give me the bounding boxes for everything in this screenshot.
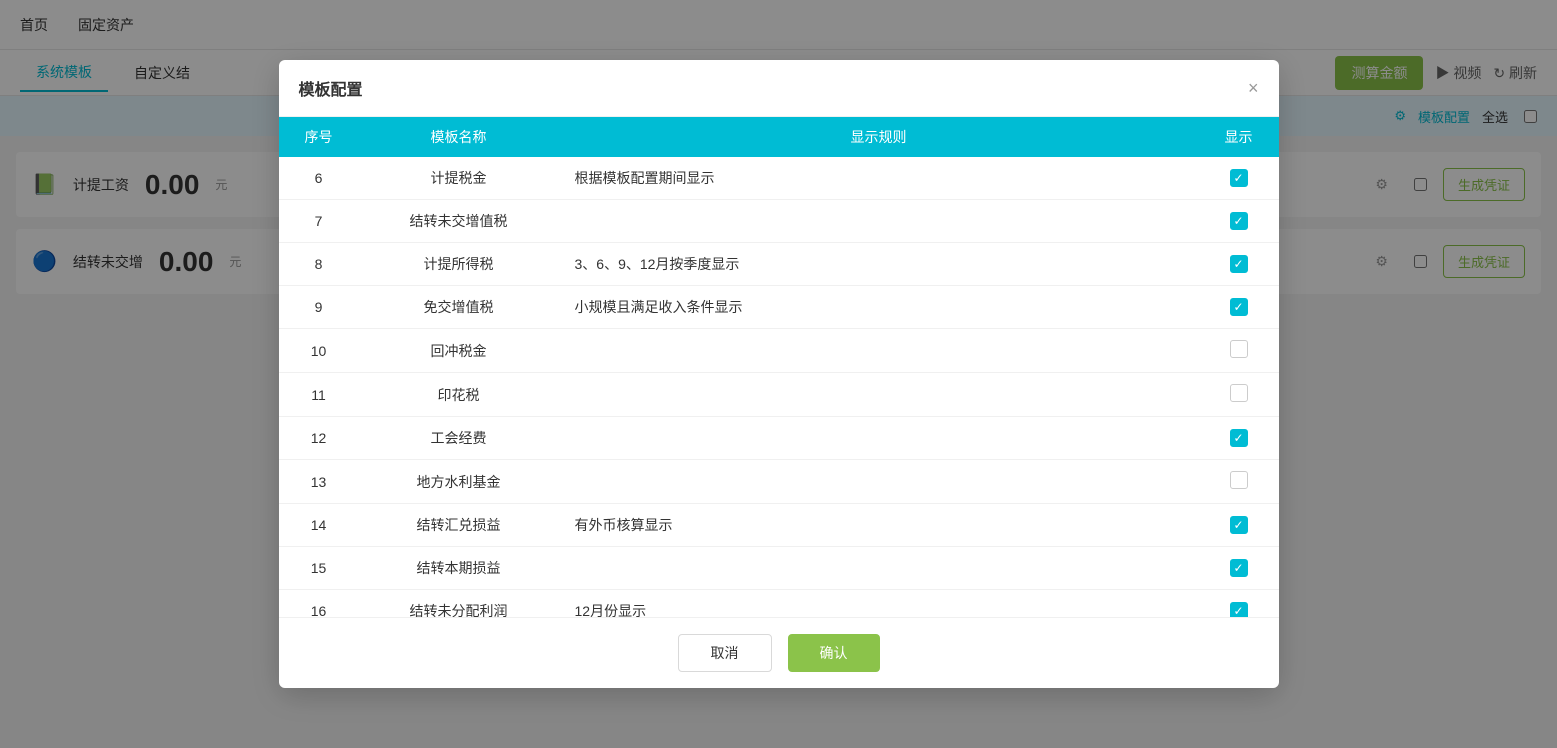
confirm-button[interactable]: 确认 (788, 634, 880, 672)
table-row: 11印花税 (279, 373, 1279, 417)
cell-no: 15 (279, 547, 359, 590)
cell-checkbox (1199, 547, 1279, 590)
cell-rule (559, 417, 1199, 460)
cell-no: 11 (279, 373, 359, 417)
cell-checkbox (1199, 286, 1279, 329)
cell-no: 13 (279, 460, 359, 504)
cell-no: 14 (279, 504, 359, 547)
cell-rule (559, 373, 1199, 417)
cell-no: 6 (279, 157, 359, 200)
col-header-rule: 显示规则 (559, 117, 1199, 157)
cell-name: 计提所得税 (359, 243, 559, 286)
checkbox-row-14[interactable] (1230, 516, 1248, 534)
table-header: 序号 模板名称 显示规则 显示 (279, 117, 1279, 157)
cell-name: 印花税 (359, 373, 559, 417)
table-row: 14结转汇兑损益有外币核算显示 (279, 504, 1279, 547)
cell-name: 地方水利基金 (359, 460, 559, 504)
cell-checkbox (1199, 417, 1279, 460)
col-header-show: 显示 (1199, 117, 1279, 157)
table-row: 7结转未交增值税 (279, 200, 1279, 243)
checkbox-row-10[interactable] (1230, 340, 1248, 358)
cell-checkbox (1199, 590, 1279, 618)
checkbox-row-9[interactable] (1230, 298, 1248, 316)
modal-footer: 取消 确认 (279, 617, 1279, 688)
table-row: 6计提税金根据模板配置期间显示 (279, 157, 1279, 200)
cell-rule (559, 547, 1199, 590)
cell-checkbox (1199, 243, 1279, 286)
col-header-name: 模板名称 (359, 117, 559, 157)
checkbox-row-16[interactable] (1230, 602, 1248, 617)
table-row: 10回冲税金 (279, 329, 1279, 373)
cell-name: 计提税金 (359, 157, 559, 200)
cell-checkbox (1199, 157, 1279, 200)
cell-name: 结转未交增值税 (359, 200, 559, 243)
modal-body: 序号 模板名称 显示规则 显示 6计提税金根据模板配置期间显示7结转未交增值税8… (279, 117, 1279, 617)
cell-name: 工会经费 (359, 417, 559, 460)
checkbox-row-6[interactable] (1230, 169, 1248, 187)
cell-rule: 有外币核算显示 (559, 504, 1199, 547)
cell-no: 9 (279, 286, 359, 329)
cell-checkbox (1199, 373, 1279, 417)
cell-no: 10 (279, 329, 359, 373)
template-config-modal: 模板配置 × 序号 模板名称 显示规则 显示 6计提税金根据模板配置期间显 (279, 60, 1279, 688)
cell-name: 免交增值税 (359, 286, 559, 329)
table-row: 12工会经费 (279, 417, 1279, 460)
modal-header: 模板配置 × (279, 60, 1279, 117)
checkbox-row-13[interactable] (1230, 471, 1248, 489)
cell-rule: 小规模且满足收入条件显示 (559, 286, 1199, 329)
cell-checkbox (1199, 460, 1279, 504)
cell-checkbox (1199, 329, 1279, 373)
table-body: 6计提税金根据模板配置期间显示7结转未交增值税8计提所得税3、6、9、12月按季… (279, 157, 1279, 617)
cell-no: 8 (279, 243, 359, 286)
table-row: 15结转本期损益 (279, 547, 1279, 590)
cell-rule (559, 200, 1199, 243)
config-table: 序号 模板名称 显示规则 显示 6计提税金根据模板配置期间显示7结转未交增值税8… (279, 117, 1279, 617)
cell-rule (559, 460, 1199, 504)
cell-name: 结转未分配利润 (359, 590, 559, 618)
checkbox-row-7[interactable] (1230, 212, 1248, 230)
cell-no: 16 (279, 590, 359, 618)
table-row: 9免交增值税小规模且满足收入条件显示 (279, 286, 1279, 329)
cell-rule (559, 329, 1199, 373)
cell-name: 结转本期损益 (359, 547, 559, 590)
cell-rule: 12月份显示 (559, 590, 1199, 618)
checkbox-row-11[interactable] (1230, 384, 1248, 402)
cell-rule: 根据模板配置期间显示 (559, 157, 1199, 200)
table-row: 13地方水利基金 (279, 460, 1279, 504)
modal-overlay: 模板配置 × 序号 模板名称 显示规则 显示 6计提税金根据模板配置期间显 (0, 0, 1557, 748)
checkbox-row-15[interactable] (1230, 559, 1248, 577)
cancel-button[interactable]: 取消 (678, 634, 772, 672)
cell-checkbox (1199, 200, 1279, 243)
cell-no: 12 (279, 417, 359, 460)
checkbox-row-8[interactable] (1230, 255, 1248, 273)
cell-name: 回冲税金 (359, 329, 559, 373)
modal-close-button[interactable]: × (1248, 79, 1259, 97)
cell-rule: 3、6、9、12月按季度显示 (559, 243, 1199, 286)
cell-no: 7 (279, 200, 359, 243)
col-header-no: 序号 (279, 117, 359, 157)
table-scroll-container[interactable]: 序号 模板名称 显示规则 显示 6计提税金根据模板配置期间显示7结转未交增值税8… (279, 117, 1279, 617)
table-row: 8计提所得税3、6、9、12月按季度显示 (279, 243, 1279, 286)
table-row: 16结转未分配利润12月份显示 (279, 590, 1279, 618)
cell-checkbox (1199, 504, 1279, 547)
checkbox-row-12[interactable] (1230, 429, 1248, 447)
cell-name: 结转汇兑损益 (359, 504, 559, 547)
modal-title: 模板配置 (299, 76, 363, 100)
